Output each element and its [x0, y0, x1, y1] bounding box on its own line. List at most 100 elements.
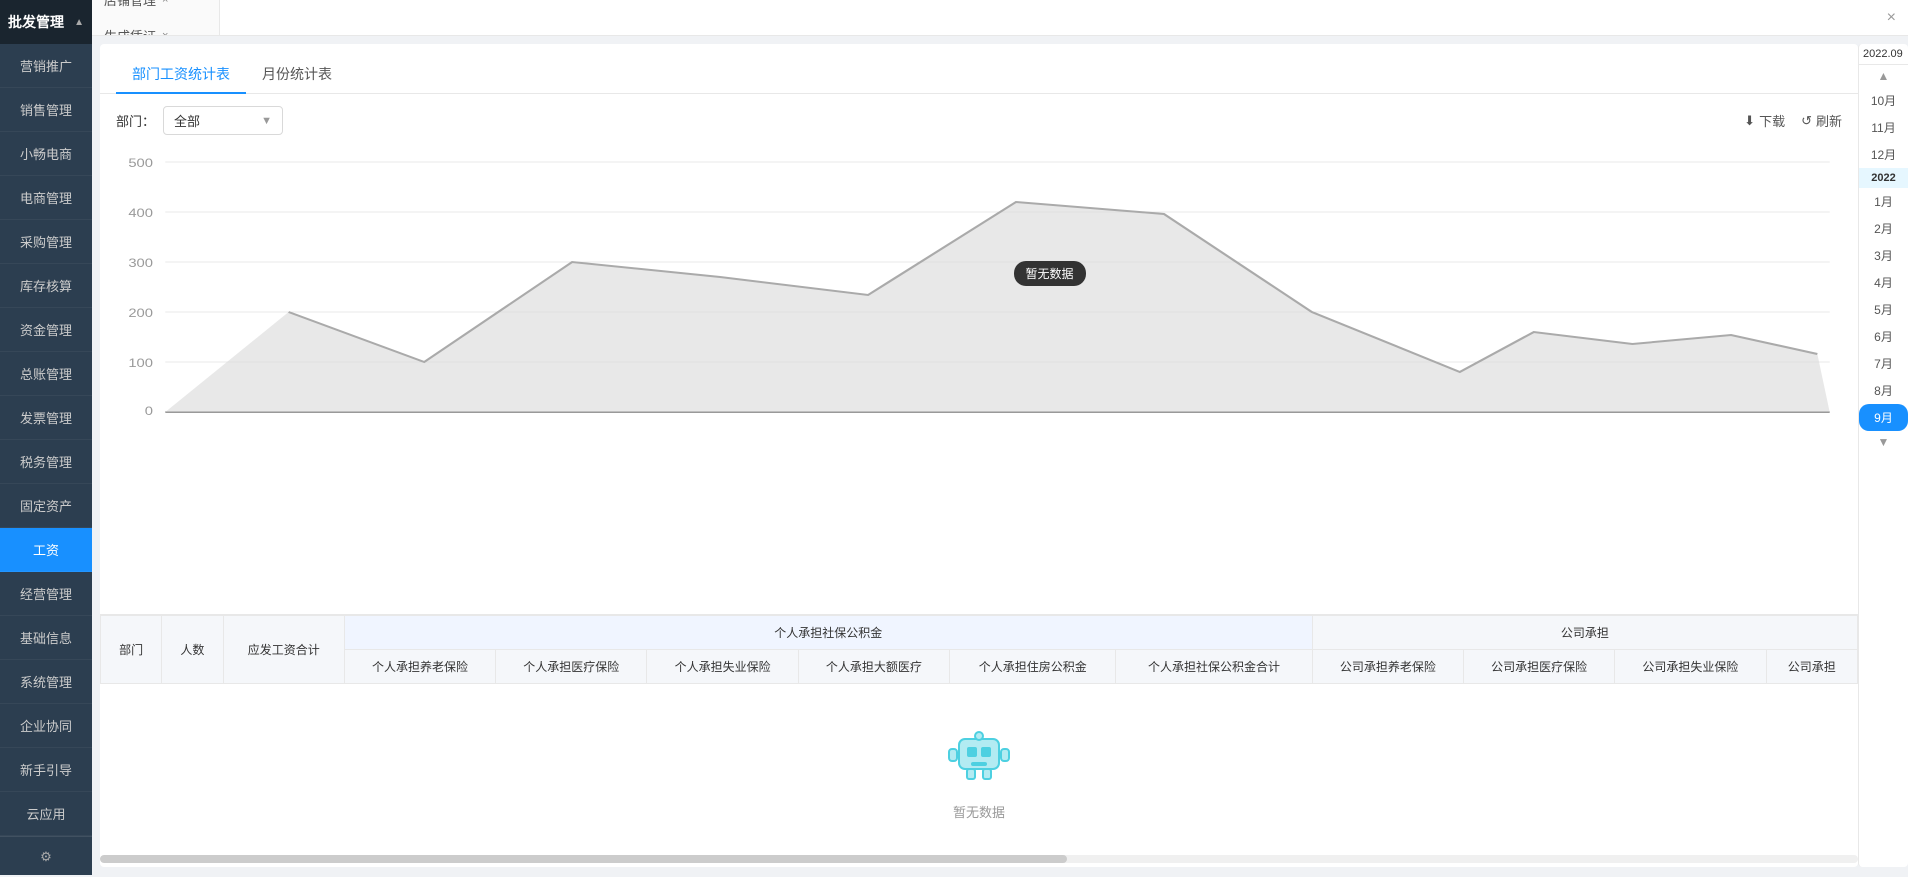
date-month-7月[interactable]: 7月 [1859, 350, 1908, 377]
download-button[interactable]: ⬇ 下载 [1744, 111, 1785, 130]
date-month-10月[interactable]: 10月 [1859, 87, 1908, 114]
sidebar-item-总账管理[interactable]: 总账管理 [0, 352, 92, 396]
sidebar-item-电商管理[interactable]: 电商管理 [0, 176, 92, 220]
download-label: 下载 [1759, 111, 1785, 130]
sidebar-item-新手引导[interactable]: 新手引导 [0, 748, 92, 792]
sidebar-item-库存核算[interactable]: 库存核算 [0, 264, 92, 308]
sidebar-item-云应用[interactable]: 云应用 [0, 792, 92, 836]
date-month-2月[interactable]: 2月 [1859, 215, 1908, 242]
close-all-button[interactable]: × [1875, 9, 1908, 27]
sidebar-settings[interactable]: ⚙ [0, 836, 92, 877]
date-sidebar: 2022.09 ▲ 10月11月12月 2022 1月2月3月4月5月6月7月8… [1858, 44, 1908, 867]
main-area: 首页门店商品目录×销售单×店铺管理×生成凭证×应收应付调整单×工资表×工资统计报… [92, 0, 1908, 875]
content-area: 部门工资统计表月份统计表 部门： 全部 ▼ ⬇ 下载 ↺ [92, 36, 1908, 875]
sidebar-item-发票管理[interactable]: 发票管理 [0, 396, 92, 440]
download-icon: ⬇ [1744, 113, 1755, 129]
svg-text:200: 200 [128, 306, 153, 319]
chart-svg: 500 400 300 200 100 0 [116, 147, 1842, 447]
col-personal-unemploy: 个人承担失业保险 [647, 650, 798, 684]
date-month-8月[interactable]: 8月 [1859, 377, 1908, 404]
dept-select[interactable]: 全部 ▼ [163, 106, 283, 135]
sidebar: 批发管理 ▲ 营销推广销售管理小畅电商电商管理采购管理库存核算资金管理总账管理发… [0, 0, 92, 875]
date-month-3月[interactable]: 3月 [1859, 242, 1908, 269]
refresh-button[interactable]: ↺ 刷新 [1801, 111, 1842, 130]
col-company-other: 公司承担 [1766, 650, 1857, 684]
date-down-nav[interactable]: ▼ [1859, 431, 1908, 453]
data-table: 部门 人数 应发工资合计 个人承担社保公积金 公司承担 个人承担养老保险 个人承… [100, 615, 1858, 851]
sub-tab-月份统计表[interactable]: 月份统计表 [246, 56, 348, 94]
refresh-icon: ↺ [1801, 113, 1812, 129]
sidebar-title: 批发管理 [8, 12, 64, 32]
sidebar-items: 营销推广销售管理小畅电商电商管理采购管理库存核算资金管理总账管理发票管理税务管理… [0, 44, 92, 836]
refresh-label: 刷新 [1816, 111, 1842, 130]
col-company-medical: 公司承担医疗保险 [1463, 650, 1614, 684]
sidebar-item-系统管理[interactable]: 系统管理 [0, 660, 92, 704]
col-personal-total: 个人承担社保公积金合计 [1116, 650, 1312, 684]
date-months-before: 10月11月12月 [1859, 87, 1908, 168]
sub-tab-部门工资统计表[interactable]: 部门工资统计表 [116, 56, 246, 94]
date-year-2022: 2022 [1859, 168, 1908, 188]
sidebar-item-营销推广[interactable]: 营销推广 [0, 44, 92, 88]
sidebar-item-销售管理[interactable]: 销售管理 [0, 88, 92, 132]
col-company-pension: 公司承担养老保险 [1312, 650, 1463, 684]
page-content: 部门工资统计表月份统计表 部门： 全部 ▼ ⬇ 下载 ↺ [100, 44, 1858, 867]
tab-label: 生成凭证 [104, 26, 156, 36]
chart-container: 500 400 300 200 100 0 [116, 147, 1842, 447]
date-year-label: 2022.09 [1863, 48, 1903, 60]
sidebar-collapse-icon: ▲ [74, 17, 84, 28]
date-month-5月[interactable]: 5月 [1859, 296, 1908, 323]
svg-text:500: 500 [128, 156, 153, 169]
dept-label: 部门： [116, 111, 155, 130]
col-personal-housing: 个人承担住房公积金 [950, 650, 1116, 684]
tab-label: 店铺管理 [104, 0, 156, 9]
sidebar-item-工资[interactable]: 工资 [0, 528, 92, 572]
date-months-after: 1月2月3月4月5月6月7月8月9月 [1859, 188, 1908, 431]
svg-text:100: 100 [128, 356, 153, 369]
sidebar-item-经营管理[interactable]: 经营管理 [0, 572, 92, 616]
date-month-4月[interactable]: 4月 [1859, 269, 1908, 296]
tab-close-icon[interactable]: × [162, 0, 168, 6]
table-scrollbar-thumb [100, 855, 1067, 863]
col-people: 人数 [162, 616, 223, 684]
col-dept: 部门 [101, 616, 162, 684]
sidebar-header[interactable]: 批发管理 ▲ [0, 0, 92, 44]
date-month-9月[interactable]: 9月 [1859, 404, 1908, 431]
col-company-unemploy: 公司承担失业保险 [1615, 650, 1766, 684]
tab-店铺管理[interactable]: 店铺管理 × [92, 0, 220, 18]
svg-text:300: 300 [128, 256, 153, 269]
date-month-1月[interactable]: 1月 [1859, 188, 1908, 215]
sidebar-item-资金管理[interactable]: 资金管理 [0, 308, 92, 352]
col-total-salary: 应发工资合计 [223, 616, 344, 684]
col-personal-bigmed: 个人承担大额医疗 [798, 650, 949, 684]
chevron-down-icon: ▼ [261, 115, 272, 127]
sub-tabs: 部门工资统计表月份统计表 [100, 44, 1858, 94]
sidebar-item-企业协同[interactable]: 企业协同 [0, 704, 92, 748]
sidebar-item-固定资产[interactable]: 固定资产 [0, 484, 92, 528]
date-month-6月[interactable]: 6月 [1859, 323, 1908, 350]
chart-area: 500 400 300 200 100 0 [100, 147, 1858, 614]
empty-state: 暂无数据 [101, 684, 1858, 851]
dept-value: 全部 [174, 111, 200, 130]
empty-row: 暂无数据 [101, 684, 1858, 852]
date-month-11月[interactable]: 11月 [1859, 114, 1908, 141]
tab-生成凭证[interactable]: 生成凭证× [92, 18, 220, 37]
sidebar-item-小畅电商[interactable]: 小畅电商 [0, 132, 92, 176]
date-header[interactable]: 2022.09 [1859, 44, 1908, 65]
col-group-company: 公司承担 [1312, 616, 1857, 650]
tab-items-container: 首页门店商品目录×销售单×店铺管理×生成凭证×应收应付调整单×工资表×工资统计报… [92, 0, 220, 36]
col-personal-medical: 个人承担医疗保险 [496, 650, 647, 684]
table-area: 部门 人数 应发工资合计 个人承担社保公积金 公司承担 个人承担养老保险 个人承… [100, 614, 1858, 867]
toolbar-right: ⬇ 下载 ↺ 刷新 [1744, 111, 1842, 130]
sidebar-item-基础信息[interactable]: 基础信息 [0, 616, 92, 660]
table-scrollbar[interactable] [100, 855, 1858, 863]
chart-tooltip: 暂无数据 [1014, 261, 1086, 286]
empty-robot-icon [939, 714, 1019, 794]
sidebar-item-采购管理[interactable]: 采购管理 [0, 220, 92, 264]
sidebar-item-税务管理[interactable]: 税务管理 [0, 440, 92, 484]
date-up-nav[interactable]: ▲ [1859, 65, 1908, 87]
col-group-personal: 个人承担社保公积金 [344, 616, 1312, 650]
svg-text:400: 400 [128, 206, 153, 219]
col-personal-pension: 个人承担养老保险 [344, 650, 495, 684]
empty-text: 暂无数据 [953, 802, 1005, 821]
date-month-12月[interactable]: 12月 [1859, 141, 1908, 168]
